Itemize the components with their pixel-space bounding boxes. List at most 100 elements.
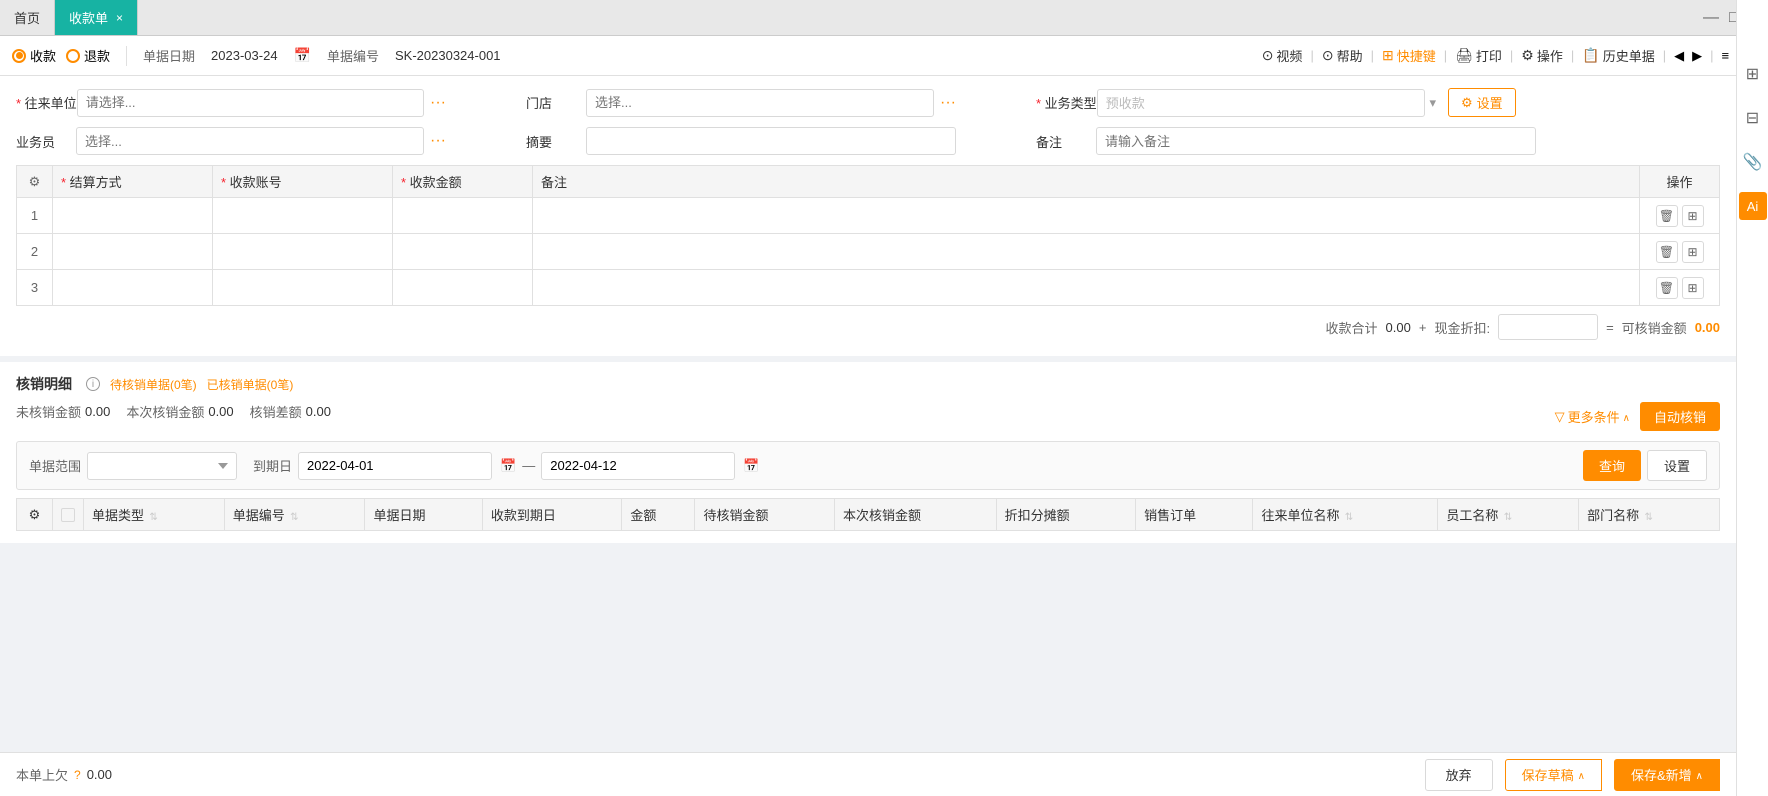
calendar-icon[interactable]: 📅 [294, 47, 311, 64]
range-field: 单据范围 [29, 452, 237, 480]
save-new-chevron-icon [1696, 767, 1703, 782]
pending-tab-link[interactable]: 待核销单据(0笔) [110, 376, 197, 393]
row-3-remark[interactable] [533, 270, 1640, 306]
row-2-amount[interactable] [393, 234, 533, 270]
row-3-account[interactable] [213, 270, 393, 306]
tab-receipt[interactable]: 收款单 × [55, 0, 138, 35]
biz-type-input[interactable] [1097, 89, 1426, 117]
print-icon: 🖨 [1455, 47, 1473, 64]
date-from-calendar-icon[interactable]: 📅 [500, 458, 516, 474]
nav-prev-icon[interactable]: ◀ [1674, 48, 1684, 64]
action-btn[interactable]: ⚙ 操作 [1521, 46, 1563, 65]
row-1-remark[interactable] [533, 198, 1640, 234]
nav-next-icon[interactable]: ▶ [1692, 48, 1702, 64]
row-2-settlement[interactable] [53, 234, 213, 270]
row-3-amount[interactable] [393, 270, 533, 306]
query-button[interactable]: 查询 [1583, 450, 1641, 481]
biz-type-label: 业务类型 [1036, 93, 1097, 112]
verify-info-icon[interactable]: i [86, 377, 100, 391]
row-1-copy-btn[interactable]: ⊞ [1682, 205, 1704, 227]
auto-verify-button[interactable]: 自动核销 [1640, 402, 1720, 431]
row-2-delete-btn[interactable]: 🗑 [1656, 241, 1678, 263]
current-col: 本次核销金额 [834, 499, 996, 531]
bottom-info-value: 0.00 [87, 767, 112, 782]
range-select[interactable] [87, 452, 237, 480]
stats-row: 未核销金额 0.00 本次核销金额 0.00 核销差额 0.00 [16, 402, 331, 421]
shop-more-icon[interactable]: ··· [940, 94, 956, 112]
counterpart-input[interactable] [77, 89, 424, 117]
due-date-col: 收款到期日 [482, 499, 621, 531]
settings-button[interactable]: ⚙ 设置 [1448, 88, 1516, 117]
row-1-delete-btn[interactable]: 🗑 [1656, 205, 1678, 227]
summary-input[interactable] [586, 127, 956, 155]
counterpart-field: 往来单位 ··· [16, 89, 446, 117]
more-conditions-link[interactable]: ▽ 更多条件 [1555, 407, 1630, 426]
settings-button-2[interactable]: 设置 [1647, 450, 1707, 481]
window-min-icon[interactable]: — [1703, 9, 1719, 27]
row-1-settlement[interactable] [53, 198, 213, 234]
save-draft-btn-group: 保存草稿 [1505, 759, 1602, 791]
verify-header: 核销明细 i 待核销单据(0笔) 已核销单据(0笔) [16, 374, 1720, 394]
date-to-calendar-icon[interactable]: 📅 [743, 458, 759, 474]
date-value: 2023-03-24 [211, 48, 278, 63]
print-btn[interactable]: 🖨 打印 [1455, 46, 1502, 65]
row-3-delete-btn[interactable]: 🗑 [1656, 277, 1678, 299]
bottom-info-label: 本单上欠 [16, 765, 68, 784]
doc-num-col: 单据编号 ⇅ [224, 499, 365, 531]
help-btn[interactable]: ⊙ 帮助 [1322, 46, 1363, 65]
row-1-account[interactable] [213, 198, 393, 234]
staff-more-icon[interactable]: ··· [430, 132, 446, 150]
due-date-from-input[interactable] [298, 452, 492, 480]
shop-input[interactable] [586, 89, 934, 117]
bottom-table-settings-icon[interactable]: ⚙ [29, 507, 41, 522]
save-new-button[interactable]: 保存&新增 [1614, 759, 1720, 791]
sidebar-icon-3[interactable]: 📎 [1739, 148, 1767, 176]
counterpart-more-icon[interactable]: ··· [430, 94, 446, 112]
radio-group: 收款 退款 [12, 46, 110, 65]
summary-field: 摘要 [526, 127, 956, 155]
receipt-radio-label: 收款 [30, 46, 56, 65]
remark-input[interactable] [1096, 127, 1536, 155]
due-date-to-input[interactable] [541, 452, 735, 480]
top-toolbar: 收款 退款 单据日期 2023-03-24 📅 单据编号 SK-20230324… [0, 36, 1768, 76]
form-row-1: 往来单位 ··· 门店 ··· 业务类型 ▾ ⚙ 设置 [16, 88, 1720, 117]
row-1-amount[interactable] [393, 198, 533, 234]
save-draft-button[interactable]: 保存草稿 [1505, 759, 1602, 791]
verified-tab-link[interactable]: 已核销单据(0笔) [207, 376, 294, 393]
row-3-copy-btn[interactable]: ⊞ [1682, 277, 1704, 299]
unverified-amount-label: 未核销金额 [16, 402, 81, 421]
help-icon: ⊙ [1322, 47, 1334, 64]
row-num-2: 2 [17, 234, 53, 270]
current-amount-stat: 本次核销金额 0.00 [126, 402, 233, 421]
view-list-icon[interactable]: ≡ [1722, 48, 1730, 63]
sidebar-icon-2[interactable]: ⊟ [1739, 104, 1767, 132]
sidebar-icon-1[interactable]: ⊞ [1739, 60, 1767, 88]
amount-col-2: 金额 [622, 499, 695, 531]
current-amount-value: 0.00 [208, 404, 233, 419]
verify-title: 核销明细 [16, 374, 72, 394]
receipt-radio[interactable]: 收款 [12, 46, 56, 65]
refund-radio[interactable]: 退款 [66, 46, 110, 65]
remark-field: 备注 [1036, 127, 1536, 155]
row-2-account[interactable] [213, 234, 393, 270]
search-bar: 单据范围 到期日 📅 — 📅 查询 设置 [16, 441, 1720, 490]
history-btn[interactable]: 📋 历史单据 [1582, 46, 1654, 65]
row-2-remark[interactable] [533, 234, 1640, 270]
abandon-button[interactable]: 放弃 [1425, 759, 1493, 791]
sidebar-ai-icon[interactable]: Ai [1739, 192, 1767, 220]
discount-input[interactable] [1498, 314, 1598, 340]
shortcut-btn[interactable]: ⊞ 快捷键 [1382, 46, 1436, 65]
stats-filter-row: 未核销金额 0.00 本次核销金额 0.00 核销差额 0.00 ▽ 更多条件 [16, 402, 1720, 431]
biz-type-dropdown-icon[interactable]: ▾ [1429, 95, 1436, 111]
tab-close-icon[interactable]: × [116, 11, 123, 25]
video-btn[interactable]: ⊙ 视频 [1262, 46, 1303, 65]
select-all-checkbox[interactable] [61, 508, 75, 522]
sales-order-col: 销售订单 [1136, 499, 1253, 531]
main-scroll: 往来单位 ··· 门店 ··· 业务类型 ▾ ⚙ 设置 [0, 76, 1736, 752]
row-2-copy-btn[interactable]: ⊞ [1682, 241, 1704, 263]
row-3-settlement[interactable] [53, 270, 213, 306]
tab-home[interactable]: 首页 [0, 0, 55, 35]
bottom-info-help-icon[interactable]: ? [74, 768, 81, 782]
staff-input[interactable] [76, 127, 424, 155]
table-settings-icon[interactable]: ⚙ [29, 174, 41, 189]
